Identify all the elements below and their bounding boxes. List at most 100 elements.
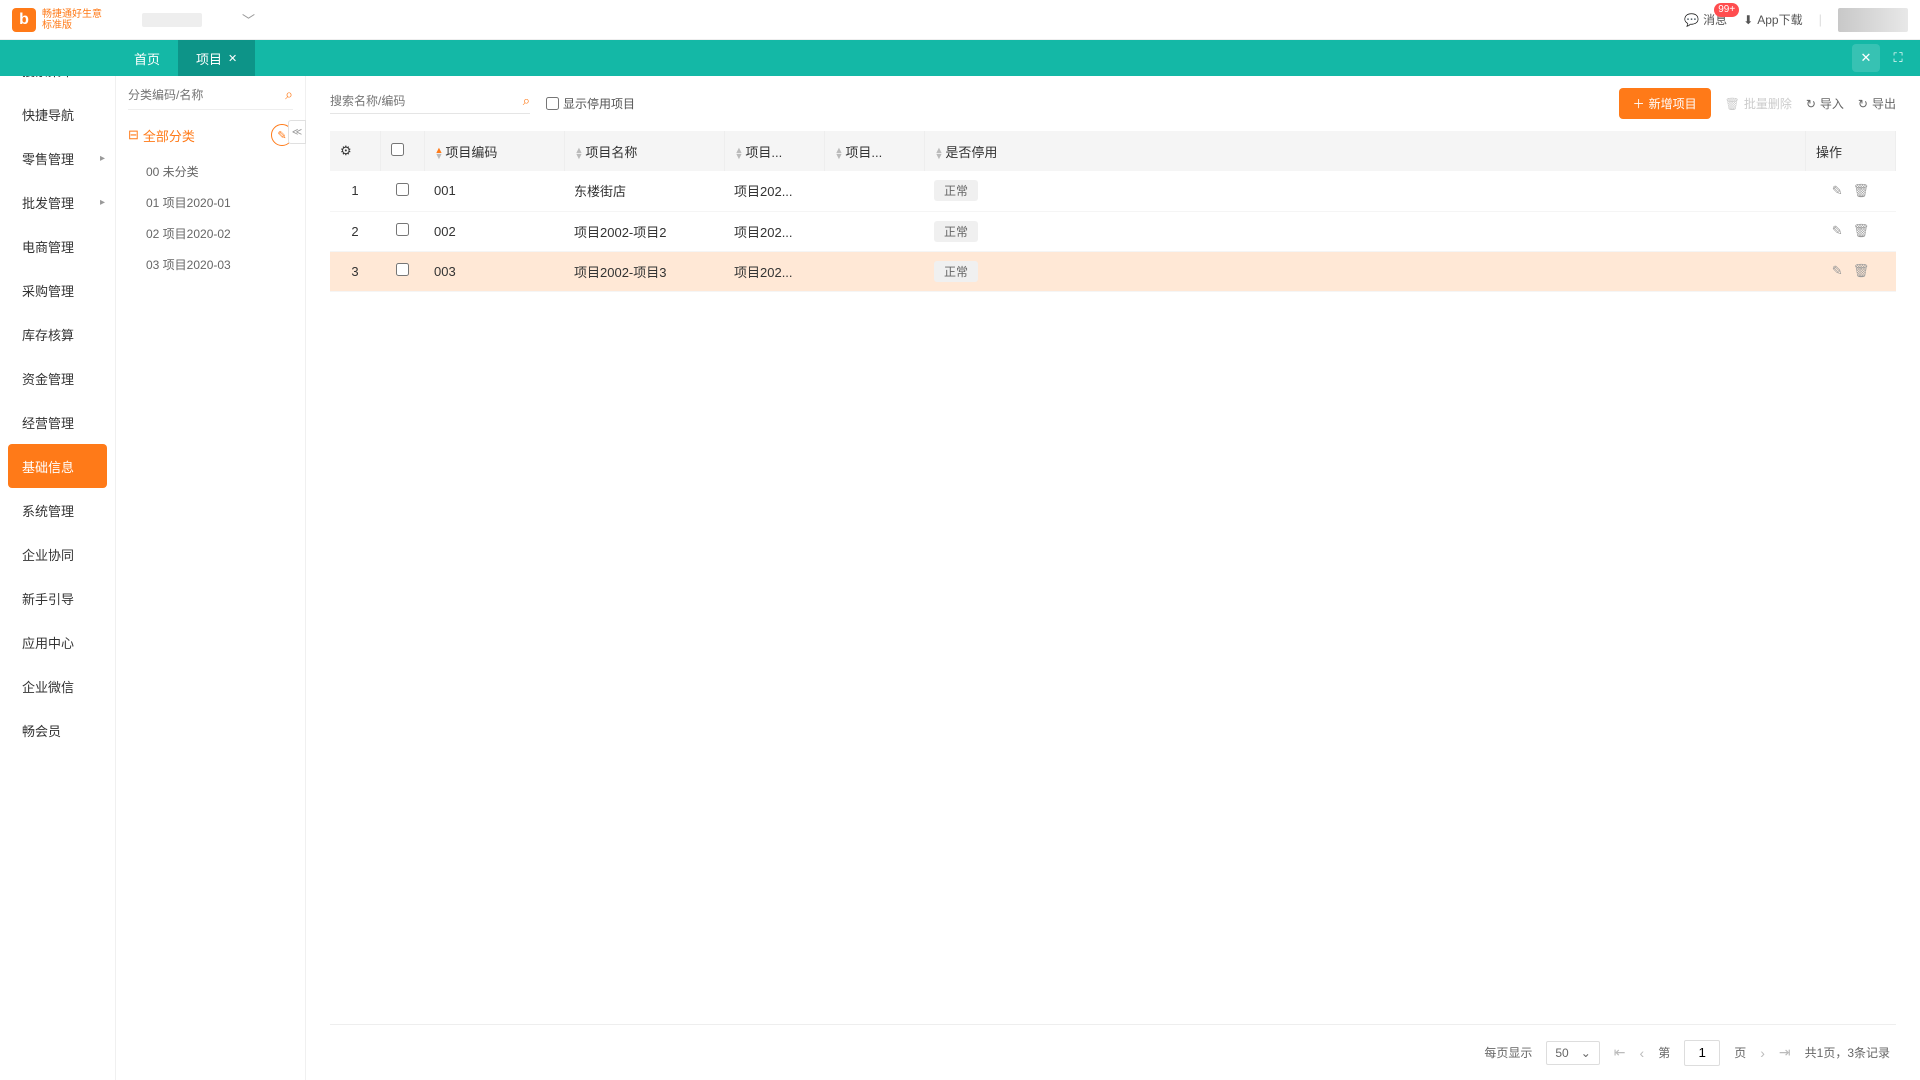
- sidebar-item[interactable]: 企业微信: [0, 664, 115, 708]
- search-icon[interactable]: ⌕: [285, 86, 293, 103]
- column-settings[interactable]: ⚙: [330, 131, 380, 171]
- sidebar-item[interactable]: 畅会员: [0, 708, 115, 752]
- row-checkbox[interactable]: [396, 263, 409, 276]
- fullscreen-button[interactable]: ⛶: [1884, 44, 1912, 72]
- page-input[interactable]: [1684, 1040, 1720, 1066]
- tab-home[interactable]: 首页: [116, 40, 178, 76]
- tree-root-label: 全部分类: [143, 126, 195, 145]
- logo-icon: b: [12, 8, 36, 32]
- table-row[interactable]: 2002项目2002-项目2项目202...正常✎🗑: [330, 211, 1896, 251]
- table-search-input[interactable]: [330, 94, 523, 108]
- add-project-button[interactable]: ＋ 新增项目: [1619, 88, 1711, 119]
- select-all-checkbox[interactable]: [391, 143, 404, 156]
- caret-right-icon: ▸: [100, 153, 105, 164]
- delete-row-button[interactable]: 🗑: [1853, 223, 1870, 239]
- import-button[interactable]: ↻ 导入: [1806, 95, 1844, 112]
- column-3[interactable]: ▲▼项目...: [724, 131, 824, 171]
- cell-name: 项目2002-项目2: [564, 211, 724, 251]
- edit-row-button[interactable]: ✎: [1832, 183, 1843, 199]
- tree-search: ⌕: [128, 86, 293, 110]
- edit-row-button[interactable]: ✎: [1832, 263, 1843, 279]
- batch-delete-button[interactable]: 🗑 批量删除: [1725, 95, 1792, 112]
- first-page-button[interactable]: ⇤: [1614, 1044, 1626, 1061]
- per-page-value: 50: [1555, 1046, 1568, 1060]
- cell-actions: ✎🗑: [1806, 171, 1896, 211]
- delete-icon: 🗑: [1725, 97, 1740, 111]
- row-select[interactable]: [380, 251, 424, 291]
- chevron-down-icon: ⌄: [1581, 1046, 1591, 1060]
- collapse-tree-button[interactable]: ≪: [288, 120, 306, 144]
- pagination-summary: 共1页，3条记录: [1805, 1044, 1890, 1061]
- next-page-button[interactable]: ›: [1760, 1045, 1765, 1061]
- page-suffix: 页: [1734, 1044, 1746, 1061]
- sidebar-item[interactable]: 资金管理: [0, 356, 115, 400]
- tree-node[interactable]: 03 项目2020-03: [128, 249, 293, 280]
- sidebar-item-label: 企业协同: [22, 545, 74, 564]
- column-select-all[interactable]: [380, 131, 424, 171]
- org-selector[interactable]: ﹀: [142, 10, 255, 29]
- sidebar-item[interactable]: 基础信息: [8, 444, 107, 488]
- sidebar-item[interactable]: 电商管理: [0, 224, 115, 268]
- row-select[interactable]: [380, 211, 424, 251]
- table-row[interactable]: 1001东楼街店项目202...正常✎🗑: [330, 171, 1896, 211]
- page-prefix: 第: [1658, 1044, 1670, 1061]
- tab-bar: 首页 项目 ✕ ✕ ⛶: [0, 40, 1920, 76]
- sidebar-item[interactable]: 新手引导: [0, 576, 115, 620]
- sidebar-item[interactable]: 系统管理: [0, 488, 115, 532]
- column-4[interactable]: ▲▼项目...: [824, 131, 924, 171]
- column-code[interactable]: ▲▼项目编码: [424, 131, 564, 171]
- cell-actions: ✎🗑: [1806, 251, 1896, 291]
- messages-badge: 99+: [1714, 3, 1739, 17]
- row-select[interactable]: [380, 171, 424, 211]
- close-icon[interactable]: ✕: [228, 52, 237, 65]
- row-index: 1: [330, 171, 380, 211]
- app-download-button[interactable]: ⬇ App下载: [1743, 11, 1802, 28]
- caret-right-icon: ▸: [100, 197, 105, 208]
- show-disabled-checkbox[interactable]: 显示停用项目: [546, 95, 635, 112]
- sidebar-item[interactable]: 采购管理: [0, 268, 115, 312]
- last-page-button[interactable]: ⇥: [1779, 1044, 1791, 1061]
- sidebar-item[interactable]: 零售管理▸: [0, 136, 115, 180]
- user-avatar[interactable]: [1838, 8, 1908, 32]
- cell-col3: 项目202...: [724, 171, 824, 211]
- export-label: 导出: [1872, 95, 1896, 112]
- cell-name: 东楼街店: [564, 171, 724, 211]
- column-name-label: 项目名称: [585, 145, 637, 160]
- cell-col4: [824, 171, 924, 211]
- sidebar-item[interactable]: 库存核算: [0, 312, 115, 356]
- tab-project[interactable]: 项目 ✕: [178, 40, 255, 76]
- tree-node[interactable]: 01 项目2020-01: [128, 187, 293, 218]
- sidebar-item[interactable]: 搜索菜单: [0, 76, 115, 92]
- batch-delete-label: 批量删除: [1744, 95, 1792, 112]
- category-tree-panel: ⌕ ⊟ 全部分类 ✎ 00 未分类01 项目2020-0102 项目2020-0…: [116, 76, 306, 1080]
- checkbox-input[interactable]: [546, 97, 559, 110]
- per-page-select[interactable]: 50 ⌄: [1546, 1041, 1599, 1065]
- close-all-tabs-button[interactable]: ✕: [1852, 44, 1880, 72]
- tree-root[interactable]: ⊟ 全部分类 ✎: [128, 120, 293, 150]
- prev-page-button[interactable]: ‹: [1640, 1045, 1645, 1061]
- sidebar-item[interactable]: 快捷导航: [0, 92, 115, 136]
- show-disabled-label: 显示停用项目: [563, 95, 635, 112]
- sidebar-item[interactable]: 批发管理▸: [0, 180, 115, 224]
- row-checkbox[interactable]: [396, 223, 409, 236]
- delete-row-button[interactable]: 🗑: [1853, 263, 1870, 279]
- table-row[interactable]: 3003项目2002-项目3项目202...正常✎🗑: [330, 251, 1896, 291]
- export-button[interactable]: ↻ 导出: [1858, 95, 1896, 112]
- top-header: b 畅捷通好生意 标准版 ﹀ 💬 消息 99+ ⬇ App下载 |: [0, 0, 1920, 40]
- row-checkbox[interactable]: [396, 183, 409, 196]
- tree-search-input[interactable]: [128, 88, 285, 102]
- brand-line2: 标准版: [42, 20, 102, 31]
- sidebar-item[interactable]: 经营管理: [0, 400, 115, 444]
- column-status[interactable]: ▲▼是否停用: [924, 131, 1806, 171]
- column-status-label: 是否停用: [945, 145, 997, 160]
- sidebar-item[interactable]: 应用中心: [0, 620, 115, 664]
- column-name[interactable]: ▲▼项目名称: [564, 131, 724, 171]
- tree-node[interactable]: 00 未分类: [128, 156, 293, 187]
- tree-node[interactable]: 02 项目2020-02: [128, 218, 293, 249]
- edit-row-button[interactable]: ✎: [1832, 223, 1843, 239]
- search-icon[interactable]: ⌕: [523, 93, 530, 109]
- messages-button[interactable]: 💬 消息 99+: [1684, 11, 1727, 28]
- delete-row-button[interactable]: 🗑: [1853, 183, 1870, 199]
- column-action-label: 操作: [1816, 145, 1842, 160]
- sidebar-item[interactable]: 企业协同: [0, 532, 115, 576]
